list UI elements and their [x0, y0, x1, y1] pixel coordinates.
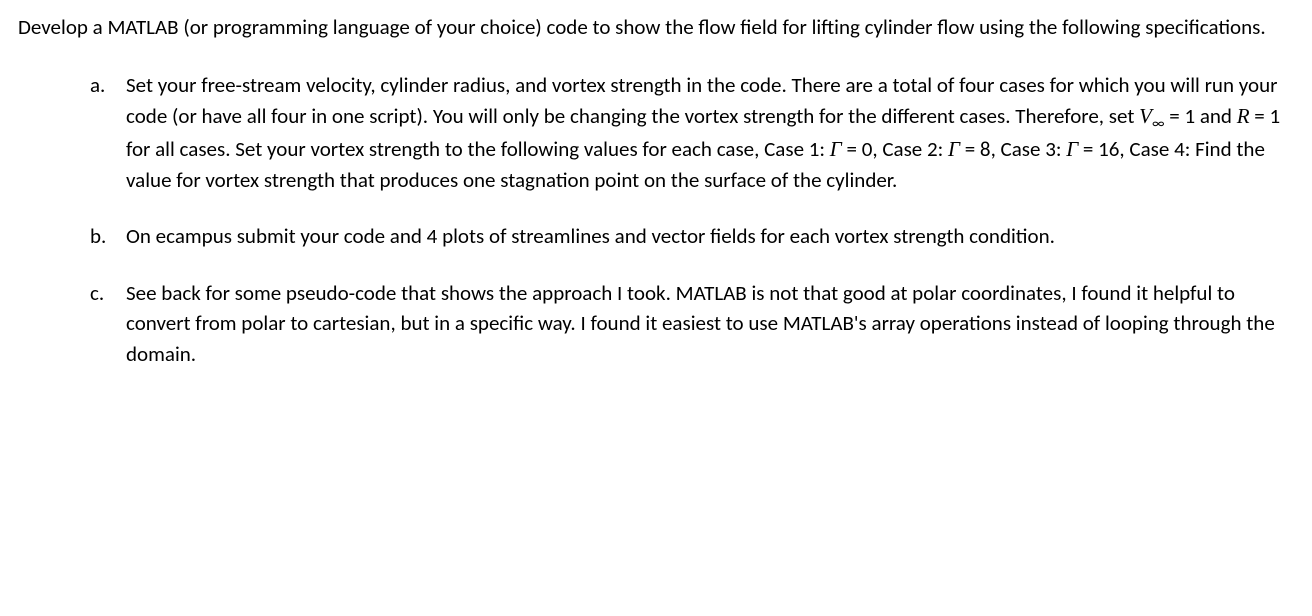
- item-content-a: Set your free-stream velocity, cylinder …: [126, 70, 1294, 195]
- item-content-b: On ecampus submit your code and 4 plots …: [126, 221, 1294, 251]
- item-label-a: a.: [90, 70, 126, 195]
- math-symbol: Γ: [1066, 137, 1078, 161]
- list-item: b. On ecampus submit your code and 4 plo…: [18, 221, 1294, 251]
- list-item: c. See back for some pseudo-code that sh…: [18, 278, 1294, 369]
- math-symbol: V: [1139, 104, 1152, 128]
- math-symbol: Γ: [830, 137, 842, 161]
- math-symbol: Γ: [948, 137, 960, 161]
- item-label-c: c.: [90, 278, 126, 369]
- item-content-c: See back for some pseudo-code that shows…: [126, 278, 1294, 369]
- item-label-b: b.: [90, 221, 126, 251]
- intro-paragraph: Develop a MATLAB (or programming languag…: [18, 12, 1294, 42]
- list-item: a. Set your free-stream velocity, cylind…: [18, 70, 1294, 195]
- subscript: ∞: [1152, 114, 1165, 132]
- math-symbol: R: [1237, 104, 1250, 128]
